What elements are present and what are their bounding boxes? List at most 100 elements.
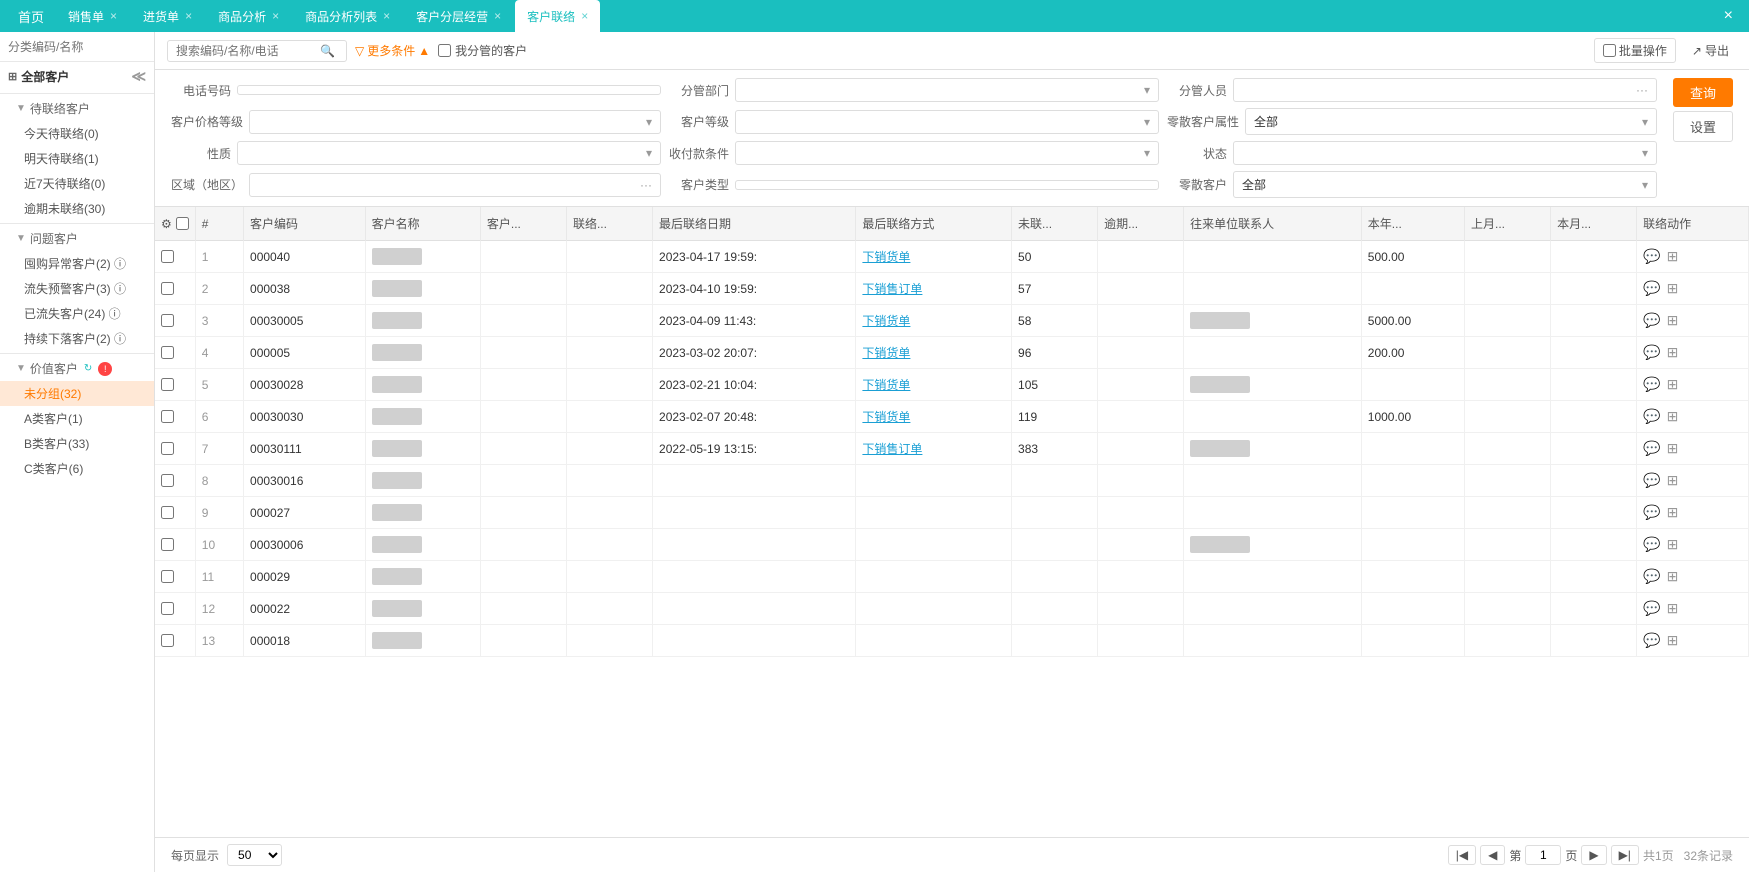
method-link[interactable]: 下销货单 [862, 314, 910, 328]
close-tab-icon[interactable]: × [110, 9, 117, 23]
message-action-icon[interactable]: 💬 [1643, 632, 1660, 649]
person-input[interactable]: ··· [1233, 78, 1657, 102]
page-number-input[interactable] [1525, 845, 1561, 865]
last-page-button[interactable]: ▶| [1611, 845, 1639, 865]
this-year-col-header[interactable]: 本年... [1361, 207, 1464, 241]
batch-check[interactable] [1603, 44, 1616, 57]
retail-select[interactable]: 全部 ▾ [1233, 171, 1657, 198]
select-all-checkbox[interactable] [176, 217, 189, 230]
close-tab-icon[interactable]: × [581, 9, 588, 23]
next-page-button[interactable]: ▶ [1581, 845, 1606, 865]
grade-select[interactable]: ▾ [735, 110, 1159, 134]
dots-icon[interactable]: ··· [1636, 83, 1648, 97]
type-col-header[interactable]: 客户... [480, 207, 566, 241]
nav-tab-purchase[interactable]: 进货单 × [131, 0, 204, 32]
sidebar-item-churn-warning[interactable]: 流失预警客户(3) ⓘ [0, 276, 154, 301]
message-action-icon[interactable]: 💬 [1643, 504, 1660, 521]
sidebar-item-churned[interactable]: 已流失客户(24) ⓘ [0, 301, 154, 326]
method-link[interactable]: 下销货单 [862, 346, 910, 360]
region-input[interactable]: ··· [249, 173, 661, 197]
row-checkbox[interactable] [161, 282, 174, 295]
message-action-icon[interactable]: 💬 [1643, 440, 1660, 457]
message-action-icon[interactable]: 💬 [1643, 408, 1660, 425]
filter-more-conditions[interactable]: ▽ 更多条件 ▲ [355, 42, 430, 59]
refresh-icon[interactable]: ↻ [84, 363, 92, 374]
phone-input[interactable] [237, 85, 661, 95]
close-tab-icon[interactable]: × [185, 9, 192, 23]
grid-action-icon[interactable]: ⊞ [1667, 440, 1679, 457]
my-customers-check[interactable] [438, 44, 451, 57]
close-tab-icon[interactable]: × [494, 9, 501, 23]
prev-page-button[interactable]: ◀ [1480, 845, 1505, 865]
grid-action-icon[interactable]: ⊞ [1667, 568, 1679, 585]
grid-action-icon[interactable]: ⊞ [1667, 312, 1679, 329]
row-checkbox[interactable] [161, 538, 174, 551]
partner-contact-col-header[interactable]: 往来单位联系人 [1184, 207, 1362, 241]
my-customers-checkbox[interactable]: 我分管的客户 [438, 42, 527, 59]
row-checkbox[interactable] [161, 378, 174, 391]
window-close-button[interactable]: × [1716, 7, 1741, 25]
search-icon[interactable]: 🔍 [320, 44, 335, 58]
last-month-col-header[interactable]: 上月... [1465, 207, 1551, 241]
message-action-icon[interactable]: 💬 [1643, 248, 1660, 265]
message-action-icon[interactable]: 💬 [1643, 568, 1660, 585]
collapse-icon[interactable]: ≪ [131, 68, 146, 85]
row-checkbox[interactable] [161, 442, 174, 455]
row-checkbox[interactable] [161, 634, 174, 647]
all-customers-header[interactable]: ⊞ 全部客户 ≪ [0, 62, 154, 91]
message-action-icon[interactable]: 💬 [1643, 376, 1660, 393]
sidebar-item-class-c[interactable]: C类客户(6) [0, 456, 154, 481]
sidebar-group-pending[interactable]: ▼ 待联络客户 [0, 96, 154, 121]
grid-action-icon[interactable]: ⊞ [1667, 600, 1679, 617]
sidebar-item-7days-pending[interactable]: 近7天待联络(0) [0, 171, 154, 196]
per-page-select[interactable]: 50 100 200 [227, 844, 282, 866]
method-link[interactable]: 下销售订单 [862, 282, 922, 296]
filter-search-box[interactable]: 🔍 [167, 40, 347, 62]
name-col-header[interactable]: 客户名称 [365, 207, 480, 241]
sidebar-item-declining[interactable]: 持续下落客户(2) ⓘ [0, 326, 154, 351]
row-checkbox[interactable] [161, 506, 174, 519]
sidebar-search-input[interactable] [8, 40, 155, 54]
close-tab-icon[interactable]: × [383, 9, 390, 23]
message-action-icon[interactable]: 💬 [1643, 312, 1660, 329]
sidebar-item-today-pending[interactable]: 今天待联络(0) [0, 121, 154, 146]
message-action-icon[interactable]: 💬 [1643, 600, 1660, 617]
no-contact-col-header[interactable]: 未联... [1012, 207, 1098, 241]
row-checkbox[interactable] [161, 346, 174, 359]
customer-type-input[interactable] [735, 180, 1159, 190]
this-month-col-header[interactable]: 本月... [1551, 207, 1637, 241]
method-link[interactable]: 下销货单 [862, 410, 910, 424]
sidebar-item-abnormal-hoarding[interactable]: 囤购异常客户(2) ⓘ [0, 251, 154, 276]
status-select[interactable]: ▾ [1233, 141, 1657, 165]
method-link[interactable]: 下销货单 [862, 250, 910, 264]
dept-select[interactable]: ▾ [735, 78, 1159, 102]
query-button[interactable]: 查询 [1673, 78, 1733, 107]
nav-tab-customer-segment[interactable]: 客户分层经营 × [404, 0, 513, 32]
message-action-icon[interactable]: 💬 [1643, 472, 1660, 489]
close-tab-icon[interactable]: × [272, 9, 279, 23]
settings-col-header[interactable]: ⚙ [155, 207, 195, 241]
grid-action-icon[interactable]: ⊞ [1667, 504, 1679, 521]
payment-select[interactable]: ▾ [735, 141, 1159, 165]
price-grade-select[interactable]: ▾ [249, 110, 661, 134]
sidebar-item-tomorrow-pending[interactable]: 明天待联络(1) [0, 146, 154, 171]
message-action-icon[interactable]: 💬 [1643, 344, 1660, 361]
overdue-col-header[interactable]: 逾期... [1098, 207, 1184, 241]
reset-button[interactable]: 设置 [1673, 111, 1733, 142]
sidebar-item-unassigned[interactable]: 未分组(32) [0, 381, 154, 406]
nav-tab-sales[interactable]: 销售单 × [56, 0, 129, 32]
sidebar-item-overdue-contact[interactable]: 逾期未联络(30) [0, 196, 154, 221]
row-checkbox[interactable] [161, 474, 174, 487]
message-action-icon[interactable]: 💬 [1643, 280, 1660, 297]
sidebar-item-class-a[interactable]: A类客户(1) [0, 406, 154, 431]
method-link[interactable]: 下销售订单 [862, 442, 922, 456]
grid-action-icon[interactable]: ⊞ [1667, 472, 1679, 489]
grid-action-icon[interactable]: ⊞ [1667, 344, 1679, 361]
nature-select[interactable]: ▾ [237, 141, 661, 165]
grid-action-icon[interactable]: ⊞ [1667, 248, 1679, 265]
filter-search-input[interactable] [176, 44, 316, 58]
row-checkbox[interactable] [161, 250, 174, 263]
row-checkbox[interactable] [161, 410, 174, 423]
message-action-icon[interactable]: 💬 [1643, 536, 1660, 553]
grid-action-icon[interactable]: ⊞ [1667, 408, 1679, 425]
